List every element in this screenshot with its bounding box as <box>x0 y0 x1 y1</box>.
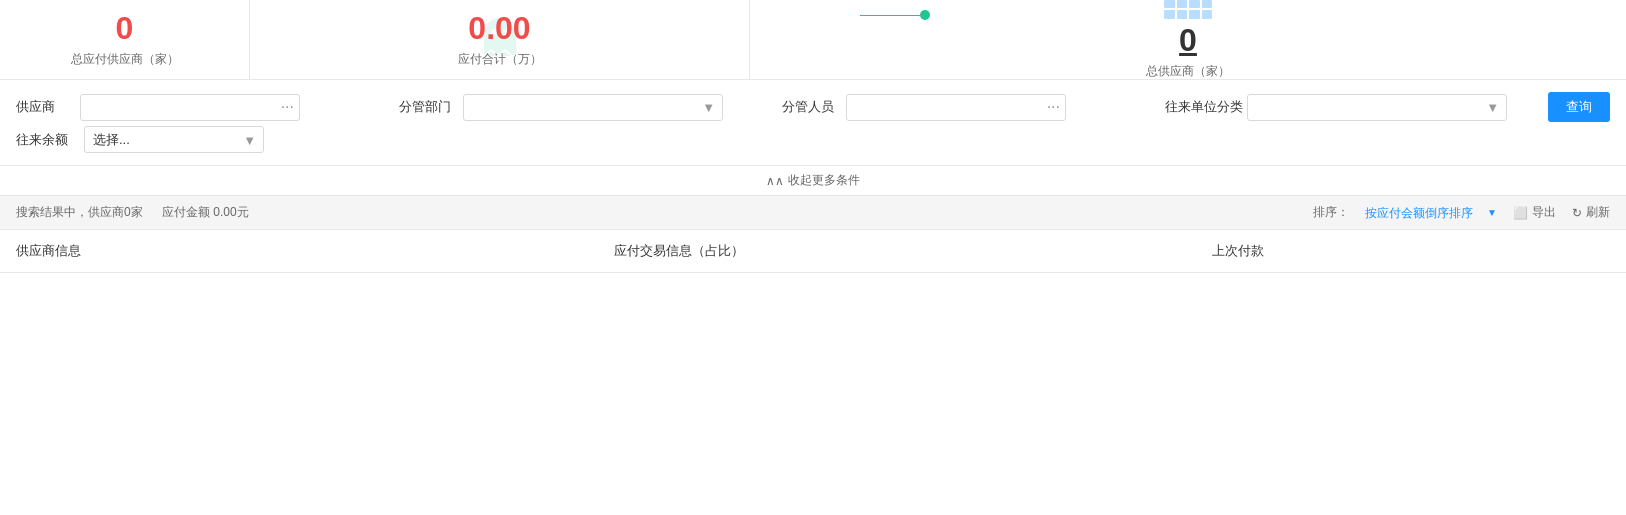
collapse-up-icon: ∧∧ <box>766 174 784 188</box>
unit-class-select-wrap: ▼ <box>1247 94 1507 121</box>
vendor-filter-segment: 供应商 ··· <box>16 94 395 121</box>
amount-label: 往来余额 <box>16 131 76 149</box>
dept-select[interactable] <box>463 94 723 121</box>
result-bar: 搜索结果中，供应商0家 应付金额 0.00元 排序： 按应付会额倒序排序 ▼ ⬜… <box>0 196 1626 230</box>
person-label: 分管人员 <box>782 98 842 116</box>
total-vendors-label: 总供应商（家） <box>1146 63 1230 80</box>
payable-total-label: 应付合计（万） <box>458 51 542 68</box>
total-payable-vendors-stat: 0 总应付供应商（家） <box>0 0 250 80</box>
unit-class-label: 往来单位分类 <box>1165 98 1243 116</box>
refresh-button[interactable]: ↻ 刷新 <box>1572 204 1610 221</box>
table-col-last-payment: 上次付款 <box>1212 242 1611 260</box>
amount-select-wrap: 选择... ▼ <box>84 126 264 153</box>
result-actions: 排序： 按应付会额倒序排序 ▼ ⬜ 导出 ↻ 刷新 <box>1313 204 1610 221</box>
refresh-icon: ↻ <box>1572 206 1582 220</box>
payable-total-number: 0.00 <box>468 11 530 46</box>
result-text: 搜索结果中，供应商0家 <box>16 205 143 219</box>
filter-main-row: 供应商 ··· 分管部门 ▼ 分管人员 ··· <box>16 92 1610 122</box>
collapse-bar: ∧∧ 收起更多条件 <box>0 166 1626 196</box>
filter-area: 供应商 ··· 分管部门 ▼ 分管人员 ··· <box>0 80 1626 166</box>
table-header: 供应商信息 应付交易信息（占比） 上次付款 <box>0 230 1626 273</box>
sort-arrow-icon: ▼ <box>1487 207 1497 218</box>
person-input[interactable] <box>846 94 1066 121</box>
result-amount: 应付金额 0.00元 <box>162 205 249 219</box>
collapse-label: 收起更多条件 <box>788 172 860 189</box>
collapse-button[interactable]: ∧∧ 收起更多条件 <box>766 172 860 189</box>
amount-select[interactable]: 选择... <box>84 126 264 153</box>
vendor-dots-icon[interactable]: ··· <box>281 98 294 116</box>
grid-icon <box>1164 0 1212 19</box>
sort-label: 排序： <box>1313 204 1349 221</box>
unit-class-filter-segment: 往来单位分类 ▼ <box>1165 94 1544 121</box>
dept-select-wrap: ▼ <box>463 94 723 121</box>
dept-label: 分管部门 <box>399 98 459 116</box>
vendor-input-wrap: ··· <box>80 94 300 121</box>
person-dots-icon[interactable]: ··· <box>1047 98 1060 116</box>
table-col-vendor-info: 供应商信息 <box>16 242 614 260</box>
vendor-label: 供应商 <box>16 98 76 116</box>
sort-select[interactable]: 按应付会额倒序排序 <box>1365 206 1487 220</box>
total-payable-vendors-label: 总应付供应商（家） <box>71 51 179 68</box>
export-button[interactable]: ⬜ 导出 <box>1513 204 1556 221</box>
export-label: 导出 <box>1532 204 1556 221</box>
table-col-transaction-info: 应付交易信息（占比） <box>614 242 1212 260</box>
person-input-wrap: ··· <box>846 94 1066 121</box>
stats-bar: 0 总应付供应商（家） 0.00 应付合计（万） 快速录单的快捷键说明在这里 × <box>0 0 1626 80</box>
person-filter-segment: 分管人员 ··· <box>782 94 1161 121</box>
vendor-input[interactable] <box>80 94 300 121</box>
dept-filter-segment: 分管部门 ▼ <box>399 94 778 121</box>
query-button[interactable]: 查询 <box>1548 92 1610 122</box>
sub-filter-row: 往来余额 选择... ▼ <box>16 126 1610 153</box>
payable-total-stat: 0.00 应付合计（万） <box>250 0 750 80</box>
total-payable-vendors-number: 0 <box>116 11 134 46</box>
export-icon: ⬜ <box>1513 206 1528 220</box>
result-summary: 搜索结果中，供应商0家 应付金额 0.00元 <box>16 204 249 221</box>
sort-select-wrap: 按应付会额倒序排序 ▼ <box>1365 206 1497 220</box>
unit-class-select[interactable] <box>1247 94 1507 121</box>
table-body <box>0 273 1626 473</box>
refresh-label: 刷新 <box>1586 204 1610 221</box>
total-vendors-number: 0 <box>1179 23 1197 58</box>
